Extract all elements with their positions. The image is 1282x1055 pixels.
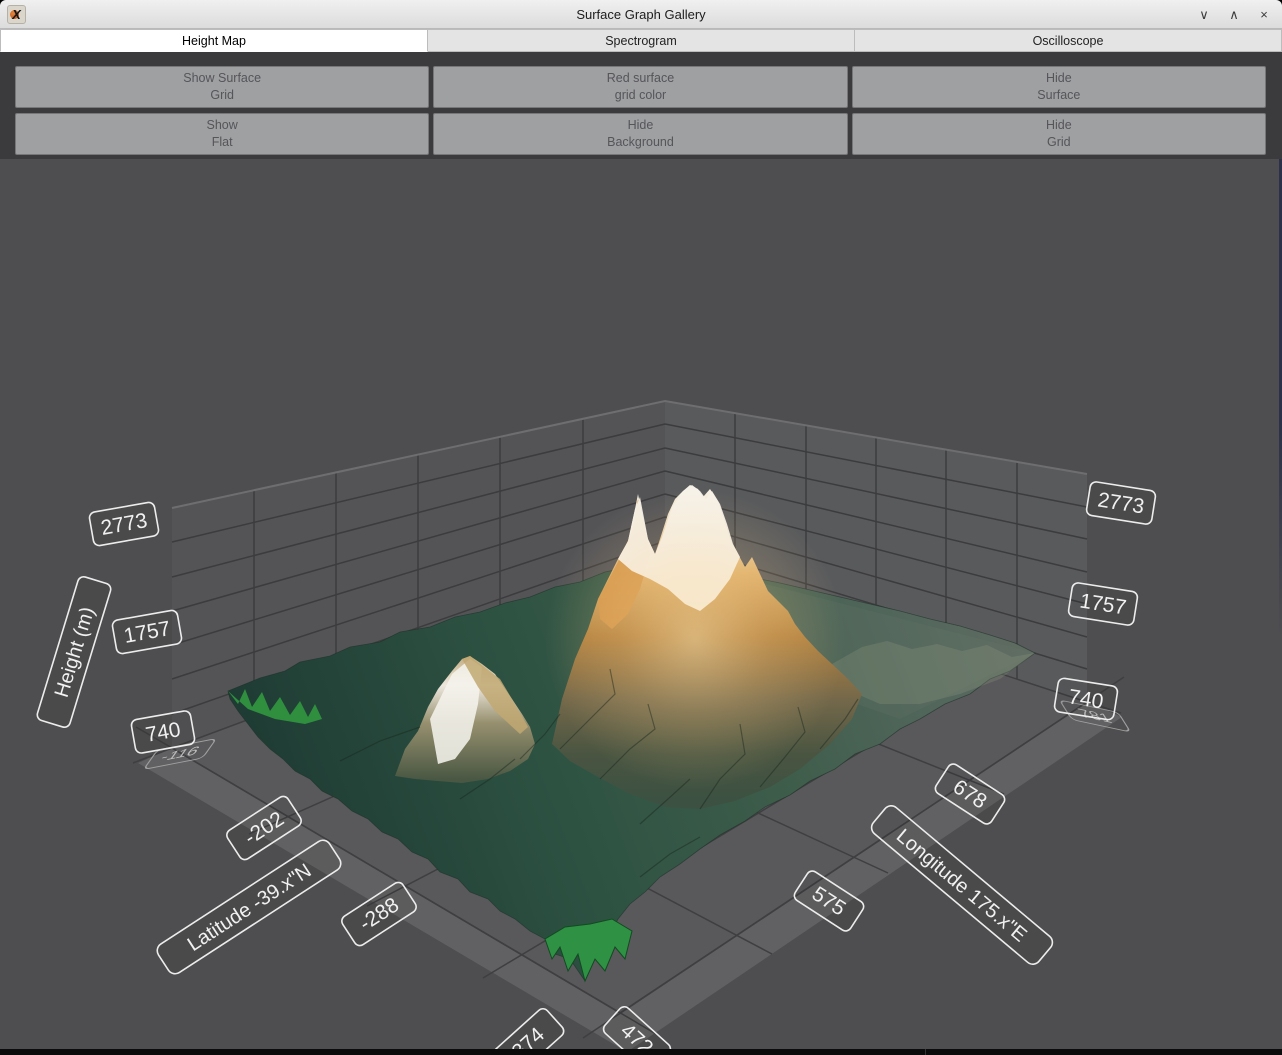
hide-surface-button[interactable]: Hide Surface	[852, 66, 1266, 108]
window-shade-button[interactable]: ∨	[1196, 8, 1212, 21]
tab-height-map[interactable]: Height Map	[0, 29, 428, 52]
height-tick-1757-left: 1757	[112, 610, 183, 655]
window-maximize-button[interactable]: ∧	[1226, 8, 1242, 21]
button-label-line: Show Surface	[183, 70, 261, 87]
hide-grid-button[interactable]: Hide Grid	[852, 113, 1266, 155]
button-label-line: Hide	[628, 117, 654, 134]
tab-spectrogram[interactable]: Spectrogram	[428, 29, 855, 52]
tabbar: Height Map Spectrogram Oscilloscope	[0, 29, 1282, 52]
show-surface-grid-button[interactable]: Show Surface Grid	[15, 66, 429, 108]
button-label-line: grid color	[615, 87, 666, 104]
xorg-x-glyph: X	[12, 8, 21, 21]
titlebar[interactable]: X Surface Graph Gallery ∨ ∧ ×	[0, 0, 1282, 29]
tab-label: Spectrogram	[605, 34, 677, 48]
button-label-line: Red surface	[607, 70, 674, 87]
hide-background-button[interactable]: Hide Background	[433, 113, 847, 155]
svg-text:Latitude -39.x"N: Latitude -39.x"N	[184, 860, 316, 956]
button-label-line: Grid	[210, 87, 234, 104]
svg-text:Longitude 175.x"E: Longitude 175.x"E	[892, 825, 1031, 946]
tab-label: Height Map	[182, 34, 246, 48]
red-surface-grid-color-button[interactable]: Red surface grid color	[433, 66, 847, 108]
taskbar-divider	[925, 1049, 926, 1055]
button-label-line: Hide	[1046, 117, 1072, 134]
window-title: Surface Graph Gallery	[0, 7, 1282, 22]
toolbar: Show Surface Grid Red surface grid color…	[0, 52, 1282, 159]
surface-graph-canvas[interactable]: -116 781	[0, 159, 1282, 1049]
height-tick-2773-left: 2773	[89, 502, 160, 547]
bottom-taskbar-strip	[0, 1049, 1282, 1055]
app-window: X Surface Graph Gallery ∨ ∧ × Height Map…	[0, 0, 1282, 1055]
show-flat-button[interactable]: Show Flat	[15, 113, 429, 155]
button-label-line: Grid	[1047, 134, 1071, 151]
height-axis-title: Height (m)	[36, 575, 112, 728]
window-controls: ∨ ∧ ×	[1196, 0, 1272, 28]
button-label-line: Background	[607, 134, 674, 151]
latitude-tick-374: 374	[490, 1006, 566, 1049]
button-label-line: Flat	[212, 134, 233, 151]
button-label-line: Hide	[1046, 70, 1072, 87]
tab-label: Oscilloscope	[1033, 34, 1104, 48]
longitude-axis-title: Longitude 175.x"E	[868, 803, 1055, 968]
xorg-app-icon: X	[7, 5, 26, 24]
tab-oscilloscope[interactable]: Oscilloscope	[855, 29, 1282, 52]
window-close-button[interactable]: ×	[1256, 8, 1272, 21]
surface-graph-svg: -116 781	[0, 159, 1282, 1049]
height-tick-2773-right: 2773	[1086, 481, 1157, 525]
button-label-line: Show	[207, 117, 238, 134]
button-label-line: Surface	[1037, 87, 1080, 104]
